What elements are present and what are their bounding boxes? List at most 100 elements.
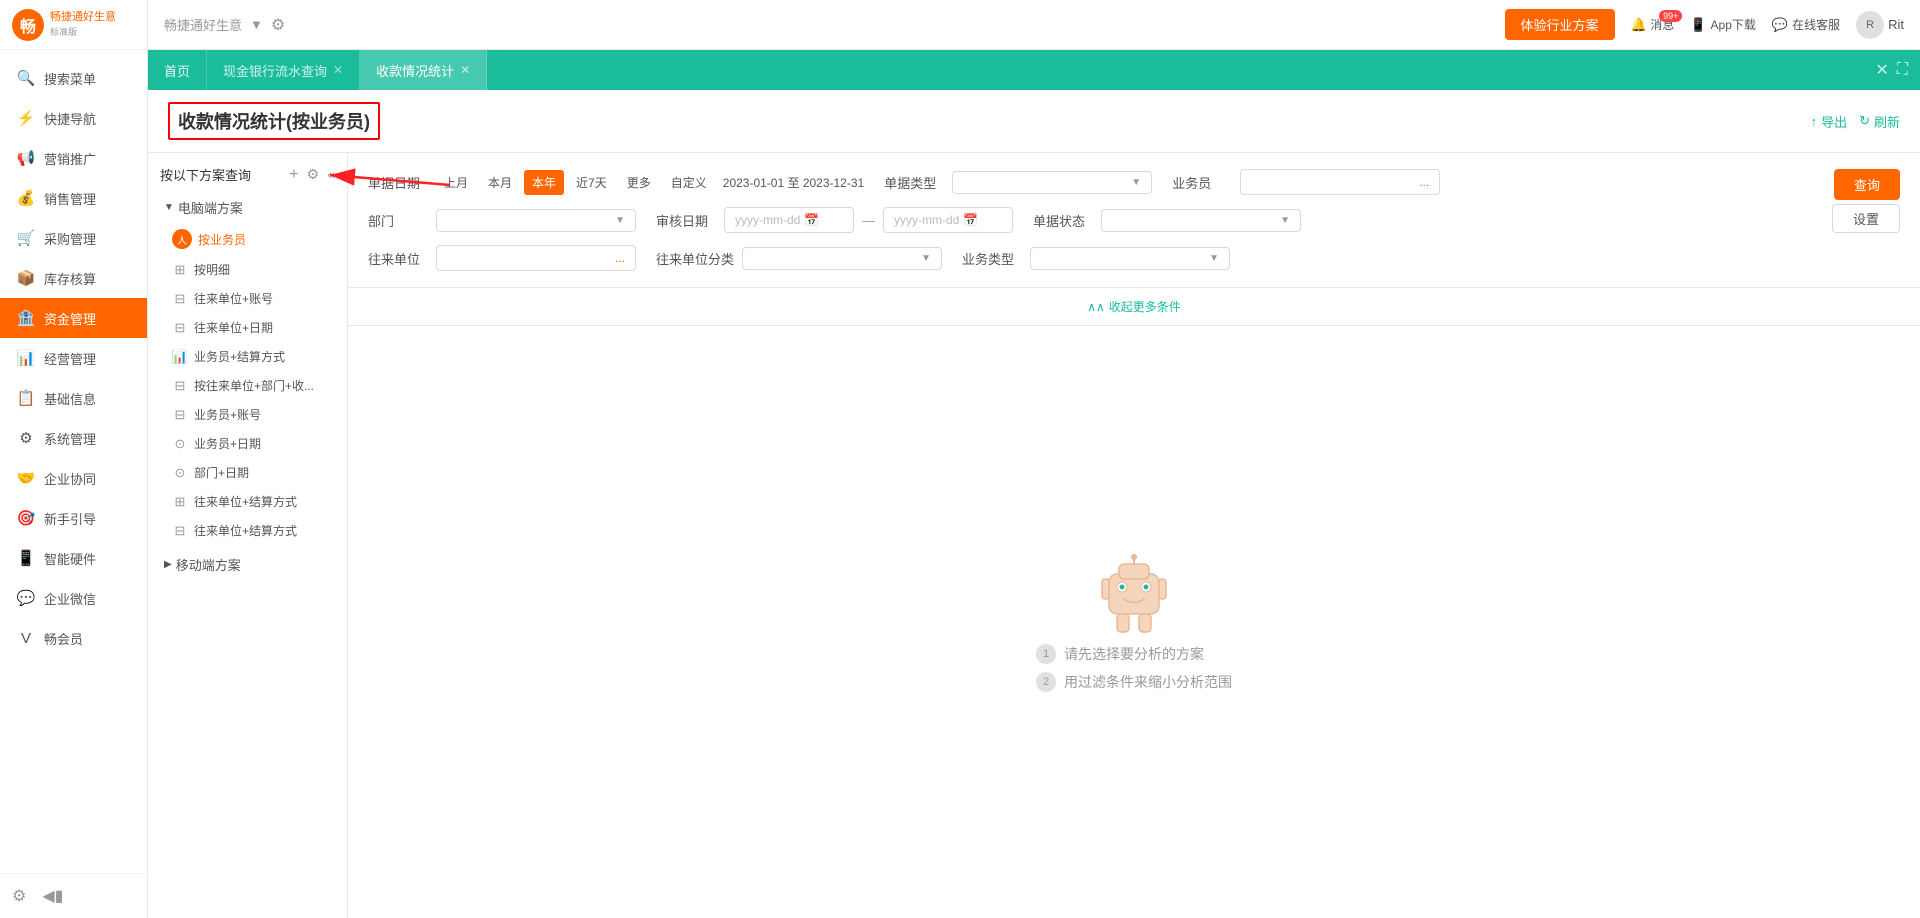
settings-bottom-icon[interactable]: ⚙ — [12, 886, 26, 906]
sidebar-item-quicknav[interactable]: ⚡ 快捷导航 — [0, 98, 147, 138]
schema-item-unit-dept[interactable]: ⊟ 按往来单位+部门+收... — [156, 371, 339, 400]
sidebar-item-system[interactable]: ⚙ 系统管理 — [0, 418, 147, 458]
schema-item-by-detail[interactable]: ⊞ 按明细 — [156, 255, 339, 284]
sidebar-item-wechat[interactable]: 💬 企业微信 — [0, 578, 147, 618]
system-icon: ⚙ — [16, 428, 36, 448]
date-range-display: 2023-01-01 至 2023-12-31 — [723, 174, 864, 191]
query-button[interactable]: 查询 — [1834, 169, 1900, 200]
collapse-button[interactable]: ∧∧ 收起更多条件 — [1087, 298, 1181, 315]
sidebar-item-capital[interactable]: 🏦 资金管理 — [0, 298, 147, 338]
sidebar-label-sales: 销售管理 — [44, 189, 96, 208]
schema-item-label-sp-date: 业务员+日期 — [194, 435, 261, 452]
schema-item-label-sp-settle: 业务员+结算方式 — [194, 348, 285, 365]
tab-cashflow-label: 现金银行流水查询 — [223, 61, 327, 80]
detail-icon: ⊞ — [172, 262, 188, 278]
tab-collection-close[interactable]: ✕ — [460, 63, 470, 77]
schema-item-unit-date[interactable]: ⊟ 往来单位+日期 — [156, 313, 339, 342]
biztype-select[interactable]: ▼ — [1030, 247, 1230, 270]
schema-item-by-salesperson[interactable]: 人 按业务员 — [156, 223, 339, 255]
export-btn[interactable]: ↑ 导出 — [1811, 112, 1848, 131]
gear-topbar-icon[interactable]: ⚙ — [271, 15, 285, 35]
dept-label: 部门 — [368, 211, 428, 230]
schema-item-sp-date[interactable]: ⊙ 业务员+日期 — [156, 429, 339, 458]
trial-btn[interactable]: 体验行业方案 — [1505, 9, 1615, 40]
filter-row-2: 部门 ▼ 审核日期 yyyy-mm-dd — [368, 207, 1832, 233]
sidebar-label-marketing: 营销推广 — [44, 149, 96, 168]
service-label: 在线客服 — [1792, 16, 1840, 33]
refresh-btn[interactable]: ↻ 刷新 — [1859, 112, 1900, 131]
sidebar-label-operation: 经营管理 — [44, 349, 96, 368]
date-tab-thismonth[interactable]: 本月 — [480, 170, 520, 195]
date-tab-more[interactable]: 更多 — [619, 170, 659, 195]
settings-schema-icon[interactable]: ⚙ — [307, 166, 320, 184]
salesperson-select[interactable]: ... — [1240, 169, 1440, 195]
filter-settings-button[interactable]: 设置 — [1832, 204, 1900, 233]
inventory-icon: 📦 — [16, 268, 36, 288]
tab-cashflow[interactable]: 现金银行流水查询 ✕ — [207, 50, 360, 90]
sidebar-label-purchase: 采购管理 — [44, 229, 96, 248]
tab-close-all-icon[interactable]: ✕ — [1875, 60, 1888, 80]
sidebar-item-operation[interactable]: 📊 经营管理 — [0, 338, 147, 378]
messages-area[interactable]: 🔔 99+ 消息 — [1631, 16, 1675, 33]
topbar: 畅捷通好生意 ▼ ⚙ 体验行业方案 🔔 99+ 消息 📱 App下载 💬 在线客… — [148, 0, 1920, 50]
schema-item-unit-settle2[interactable]: ⊟ 往来单位+结算方式 — [156, 516, 339, 545]
schema-group-desktop-title[interactable]: ▼ 电脑端方案 — [156, 192, 339, 223]
partner-cat-select[interactable]: ▼ — [742, 247, 942, 270]
sidebar-label-guide: 新手引导 — [44, 509, 96, 528]
wechat-icon: 💬 — [16, 588, 36, 608]
schema-group-mobile: ▶ 移动端方案 — [156, 549, 339, 580]
collapse-schema-icon[interactable]: « — [327, 166, 335, 184]
collapse-bottom-icon[interactable]: ◀▮ — [42, 886, 63, 906]
online-service[interactable]: 💬 在线客服 — [1772, 16, 1840, 33]
sidebar-item-purchase[interactable]: 🛒 采购管理 — [0, 218, 147, 258]
schema-item-salesperson-settle[interactable]: 📊 业务员+结算方式 — [156, 342, 339, 371]
sidebar-item-enterprise[interactable]: 🤝 企业协同 — [0, 458, 147, 498]
chevron-right-icon: ▶ — [164, 559, 172, 570]
logo-info: 畅捷通好生意 标准版 — [50, 11, 116, 37]
schema-item-label-unit-settle1: 往来单位+结算方式 — [194, 493, 297, 510]
salesperson-more-icon[interactable]: ... — [1419, 175, 1429, 189]
docstatus-label: 单据状态 — [1033, 211, 1093, 230]
review-date-end-text: yyyy-mm-dd — [894, 213, 959, 227]
sidebar-item-basic[interactable]: 📋 基础信息 — [0, 378, 147, 418]
review-date-start[interactable]: yyyy-mm-dd 📅 — [724, 207, 854, 233]
search-nav-icon: 🔍 — [16, 68, 36, 88]
dept-select[interactable]: ▼ — [436, 209, 636, 232]
dept-arrow-icon: ▼ — [615, 215, 625, 226]
sidebar-item-member[interactable]: V 畅会员 — [0, 618, 147, 658]
sidebar-item-guide[interactable]: 🎯 新手引导 — [0, 498, 147, 538]
purchase-icon: 🛒 — [16, 228, 36, 248]
date-tab-lastmonth[interactable]: 上月 — [436, 170, 476, 195]
hardware-icon: 📱 — [16, 548, 36, 568]
schema-group-mobile-title[interactable]: ▶ 移动端方案 — [156, 549, 339, 580]
tab-home[interactable]: 首页 — [148, 50, 207, 90]
partner-more-icon[interactable]: ... — [615, 251, 625, 265]
date-tab-custom[interactable]: 自定义 — [663, 170, 715, 195]
doctype-select[interactable]: ▼ — [952, 171, 1152, 194]
schema-item-label-detail: 按明细 — [194, 261, 230, 278]
app-download[interactable]: 📱 App下载 — [1690, 16, 1756, 33]
user-area[interactable]: R Rit — [1856, 11, 1904, 39]
schema-item-sp-account[interactable]: ⊟ 业务员+账号 — [156, 400, 339, 429]
sidebar-item-search[interactable]: 🔍 搜索菜单 — [0, 58, 147, 98]
sidebar-item-hardware[interactable]: 📱 智能硬件 — [0, 538, 147, 578]
schema-item-unit-account[interactable]: ⊟ 往来单位+账号 — [156, 284, 339, 313]
date-tab-thisyear[interactable]: 本年 — [524, 170, 564, 195]
tab-expand-icon[interactable]: ⛶ — [1897, 61, 1908, 79]
sidebar-item-marketing[interactable]: 📢 营销推广 — [0, 138, 147, 178]
sidebar-label-wechat: 企业微信 — [44, 589, 96, 608]
tab-cashflow-close[interactable]: ✕ — [333, 63, 343, 77]
unit-date-icon: ⊟ — [172, 320, 188, 336]
docstatus-select[interactable]: ▼ — [1101, 209, 1301, 232]
date-tab-7days[interactable]: 近7天 — [568, 170, 615, 195]
add-schema-icon[interactable]: + — [289, 166, 298, 184]
partner-select[interactable]: ... — [436, 245, 636, 271]
sidebar-nav: 🔍 搜索菜单 ⚡ 快捷导航 📢 营销推广 💰 销售管理 🛒 采购管理 📦 库存核… — [0, 50, 147, 873]
schema-item-unit-settle1[interactable]: ⊞ 往来单位+结算方式 — [156, 487, 339, 516]
filter-row-1: 单据日期 上月 本月 本年 近7天 更多 自定义 2023-01-01 至 20… — [368, 169, 1832, 195]
sidebar-item-inventory[interactable]: 📦 库存核算 — [0, 258, 147, 298]
review-date-end[interactable]: yyyy-mm-dd 📅 — [883, 207, 1013, 233]
schema-item-dept-date[interactable]: ⊙ 部门+日期 — [156, 458, 339, 487]
sidebar-item-sales[interactable]: 💰 销售管理 — [0, 178, 147, 218]
tab-collection[interactable]: 收款情况统计 ✕ — [360, 50, 487, 90]
